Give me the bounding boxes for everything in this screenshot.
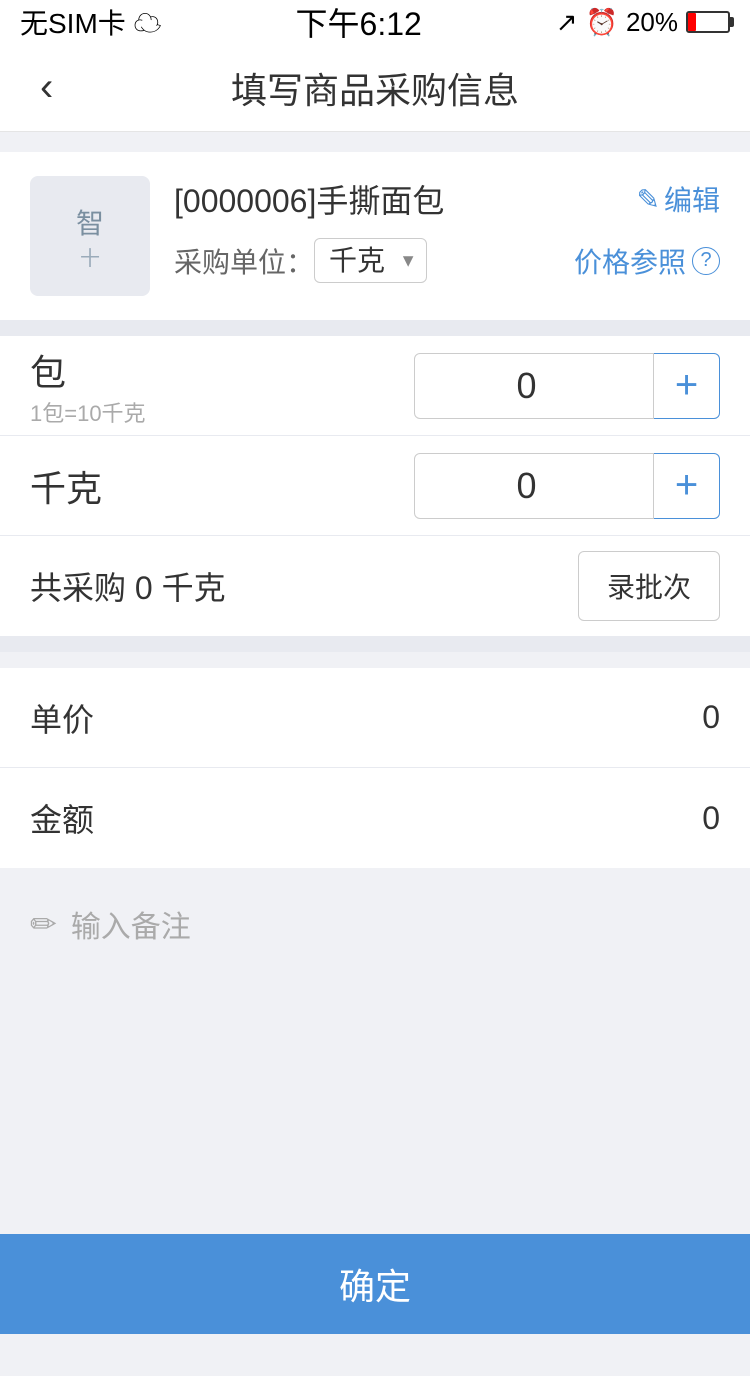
kg-input-row: 千克 + bbox=[0, 436, 750, 536]
unit-select-wrapper[interactable]: 千克 包 bbox=[314, 238, 427, 283]
kg-input[interactable] bbox=[414, 453, 654, 519]
page-title: 填写商品采购信息 bbox=[231, 62, 519, 114]
battery-icon bbox=[686, 11, 730, 33]
amount-value: 0 bbox=[702, 800, 720, 837]
amount-label: 金额 bbox=[30, 795, 94, 841]
signal-text: 无SIM卡 ☁ bbox=[20, 2, 162, 42]
total-summary: 共采购 0 千克 bbox=[30, 563, 226, 609]
confirm-button[interactable]: 确定 bbox=[339, 1258, 411, 1310]
product-logo-line1: 智 bbox=[76, 202, 104, 242]
pack-plus-button[interactable]: + bbox=[654, 353, 720, 419]
batch-button[interactable]: 录批次 bbox=[578, 551, 720, 621]
pencil-icon: ✏ bbox=[30, 905, 57, 943]
help-icon: ? bbox=[692, 247, 720, 275]
unit-price-value: 0 bbox=[702, 699, 720, 736]
status-bar: 无SIM卡 ☁ 下午6:12 ↗ ⏰ 20% bbox=[0, 0, 750, 44]
section-divider-1 bbox=[0, 320, 750, 336]
kg-label: 千克 bbox=[30, 460, 180, 512]
product-card: 智 十 [0000006]手撕面包 ✎ 编辑 采购单位： 千克 包 bbox=[0, 152, 750, 320]
unit-price-label: 单价 bbox=[30, 695, 94, 741]
product-thumbnail: 智 十 bbox=[30, 176, 150, 296]
price-ref-label: 价格参照 bbox=[574, 241, 686, 281]
back-button[interactable]: ‹ bbox=[30, 55, 63, 120]
status-left: 无SIM卡 ☁ bbox=[20, 2, 162, 42]
pack-field-wrapper: + bbox=[200, 353, 720, 419]
total-value: 0 bbox=[135, 570, 153, 606]
unit-price-row: 单价 0 bbox=[0, 668, 750, 768]
input-section: 包 1包=10千克 + 千克 + bbox=[0, 336, 750, 536]
total-row: 共采购 0 千克 录批次 bbox=[0, 536, 750, 636]
product-info: [0000006]手撕面包 ✎ 编辑 采购单位： 千克 包 bbox=[174, 176, 720, 283]
edit-button[interactable]: ✎ 编辑 bbox=[637, 179, 720, 219]
kg-label-group: 千克 bbox=[30, 460, 180, 512]
location-icon: ↗ bbox=[556, 7, 578, 38]
product-logo-line2: 十 bbox=[76, 242, 104, 271]
price-ref-button[interactable]: 价格参照 ? bbox=[574, 241, 720, 281]
unit-select[interactable]: 千克 包 bbox=[314, 238, 427, 283]
edit-icon: ✎ bbox=[637, 183, 660, 216]
status-time: 下午6:12 bbox=[296, 0, 422, 45]
kg-plus-button[interactable]: + bbox=[654, 453, 720, 519]
product-unit-row: 采购单位： 千克 包 价格参照 ? bbox=[174, 238, 720, 283]
total-unit: 千克 bbox=[162, 570, 226, 606]
total-label: 共采购 bbox=[30, 570, 126, 606]
product-name-row: [0000006]手撕面包 ✎ 编辑 bbox=[174, 176, 720, 222]
kg-field-wrapper: + bbox=[200, 453, 720, 519]
section-divider-2 bbox=[0, 636, 750, 652]
unit-label: 采购单位： bbox=[174, 241, 314, 281]
nav-bar: ‹ 填写商品采购信息 bbox=[0, 44, 750, 132]
pack-input[interactable] bbox=[414, 353, 654, 419]
blank-area bbox=[0, 976, 750, 1276]
remark-section[interactable]: ✏ 输入备注 bbox=[0, 872, 750, 976]
edit-label: 编辑 bbox=[664, 179, 720, 219]
pack-sub-label: 1包=10千克 bbox=[30, 396, 180, 428]
confirm-section[interactable]: 确定 bbox=[0, 1234, 750, 1334]
alarm-icon: ⏰ bbox=[586, 7, 618, 38]
remark-placeholder: 输入备注 bbox=[71, 902, 191, 946]
battery-pct: 20% bbox=[626, 7, 678, 38]
pack-label: 包 bbox=[30, 344, 180, 396]
pack-label-group: 包 1包=10千克 bbox=[30, 344, 180, 428]
status-right: ↗ ⏰ 20% bbox=[556, 7, 730, 38]
amount-row: 金额 0 bbox=[0, 768, 750, 868]
product-name: [0000006]手撕面包 bbox=[174, 176, 444, 222]
pack-input-row: 包 1包=10千克 + bbox=[0, 336, 750, 436]
detail-section: 单价 0 金额 0 bbox=[0, 668, 750, 868]
